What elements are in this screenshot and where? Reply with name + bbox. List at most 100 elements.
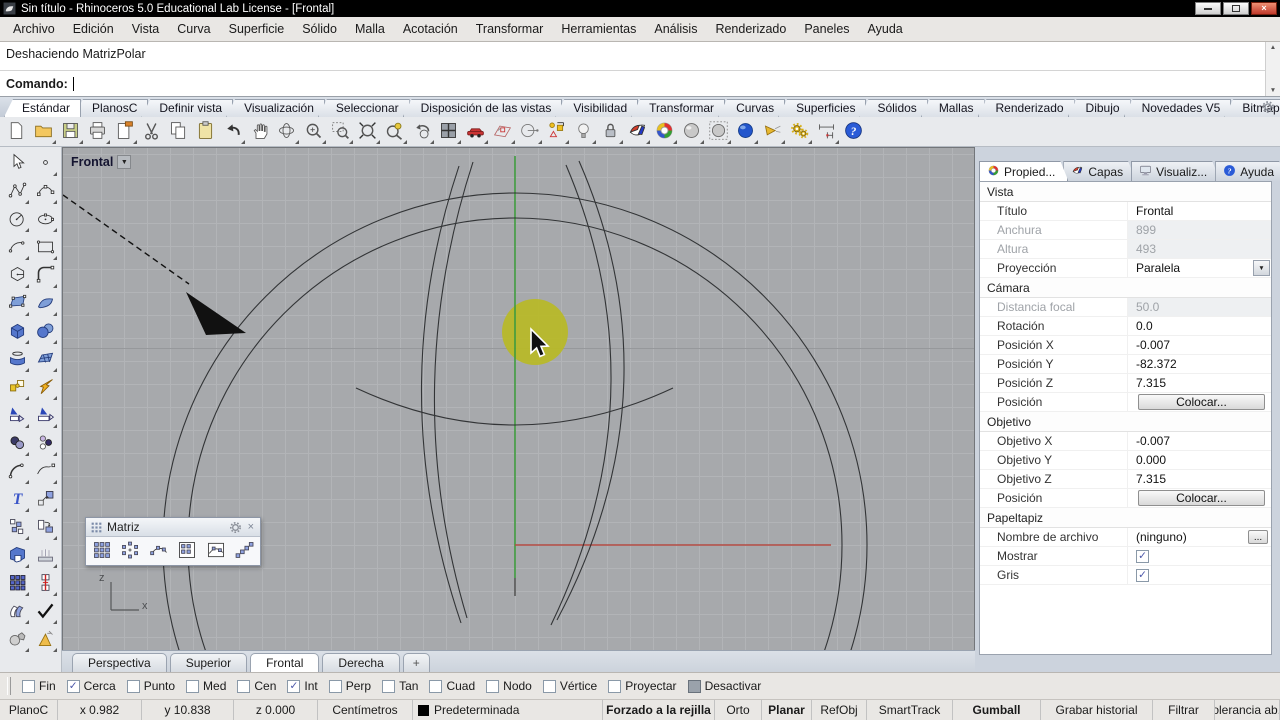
curved-surface-tool[interactable] <box>32 291 58 317</box>
proyeccion-dropdown-button[interactable]: ▼ <box>1253 260 1270 276</box>
tab-transformar[interactable]: Transformar <box>631 99 726 117</box>
palette-close-icon[interactable]: × <box>246 521 256 533</box>
layers-panel-button[interactable] <box>624 119 651 145</box>
tab-novedades[interactable]: Novedades V5 <box>1123 99 1232 117</box>
menu-solido[interactable]: Sólido <box>293 18 346 40</box>
command-scrollbar[interactable]: ▲ ▼ <box>1265 42 1280 96</box>
close-button[interactable]: × <box>1251 2 1277 15</box>
viewport-tab-derecha[interactable]: Derecha <box>322 653 400 672</box>
menu-analisis[interactable]: Análisis <box>645 18 706 40</box>
fillet-arc-tool[interactable] <box>4 459 30 485</box>
array-in-grid-button[interactable] <box>175 539 201 563</box>
cut-button[interactable] <box>138 119 165 145</box>
text-tool[interactable]: T <box>4 487 30 513</box>
browse-button[interactable]: ... <box>1248 530 1268 544</box>
nombre-archivo-value[interactable]: (ninguno)... <box>1128 528 1271 546</box>
units-status[interactable]: Centímetros <box>318 700 413 720</box>
proyeccion-select[interactable]: Paralela ▼ <box>1128 259 1271 277</box>
viewport-title[interactable]: Frontal ▼ <box>71 155 132 169</box>
primitives-tool[interactable] <box>4 627 30 653</box>
nodo-checkbox[interactable] <box>486 679 500 693</box>
menu-transformar[interactable]: Transformar <box>467 18 553 40</box>
explode-tool[interactable] <box>32 375 58 401</box>
camara-colocar-button[interactable]: Colocar... <box>1138 394 1265 410</box>
blend-tool[interactable] <box>4 431 30 457</box>
osnap-med[interactable]: Med <box>186 679 226 693</box>
posicion-y-value[interactable]: -82.372 <box>1128 355 1271 373</box>
tab-planosc[interactable]: PlanosC <box>74 99 149 117</box>
tab-curvas[interactable]: Curvas <box>718 99 786 117</box>
palette-gear-icon[interactable] <box>229 521 242 534</box>
ellipse-tool[interactable] <box>32 207 58 233</box>
scale-tool[interactable] <box>32 487 58 513</box>
loft-tool[interactable] <box>4 347 30 373</box>
perp-checkbox[interactable] <box>328 679 342 693</box>
cplane-status[interactable]: PlanoC <box>0 700 58 720</box>
array-rectangular-button[interactable] <box>89 539 115 563</box>
new-file-button[interactable] <box>3 119 30 145</box>
osnap-cuad[interactable]: Cuad <box>429 679 475 693</box>
array-on-surface-button[interactable] <box>203 539 229 563</box>
radius-button[interactable] <box>516 119 543 145</box>
record-history-toggle[interactable]: Grabar historial <box>1041 700 1153 720</box>
osnap-punto[interactable]: Punto <box>126 679 175 693</box>
shaded-mode-button[interactable] <box>678 119 705 145</box>
array-polar-button[interactable] <box>118 539 144 563</box>
undo-button[interactable] <box>219 119 246 145</box>
osnap-cerca[interactable]: Cerca <box>66 679 116 693</box>
tab-visibilidad[interactable]: Visibilidad <box>555 99 639 117</box>
lock-button[interactable] <box>597 119 624 145</box>
osnap-vertice[interactable]: Vértice <box>542 679 597 693</box>
pointer-tool[interactable] <box>4 151 30 177</box>
smarttrack-toggle[interactable]: SmartTrack <box>867 700 953 720</box>
zoom-dynamic-button[interactable] <box>300 119 327 145</box>
boolean-union-tool[interactable] <box>4 375 30 401</box>
viewport-tab-superior[interactable]: Superior <box>169 653 248 672</box>
objetivo-colocar-button[interactable]: Colocar... <box>1138 490 1265 506</box>
tab-disposicion[interactable]: Disposición de las vistas <box>402 99 563 117</box>
render-tools[interactable] <box>32 627 58 653</box>
osnap-perp[interactable]: Perp <box>328 679 371 693</box>
polygon-tool[interactable] <box>4 263 30 289</box>
lights-tool[interactable] <box>32 543 58 569</box>
tab-options-gear-icon[interactable] <box>1261 100 1275 114</box>
osnap-cen[interactable]: Cen <box>237 679 276 693</box>
osnap-tan[interactable]: Tan <box>382 679 418 693</box>
matriz-title-bar[interactable]: Matriz × <box>86 518 260 537</box>
command-line[interactable]: Comando: <box>0 71 1280 96</box>
osnap-desactivar[interactable]: Desactivar <box>687 679 761 693</box>
menu-edicion[interactable]: Edición <box>64 18 123 40</box>
rotacion-value[interactable]: 0.0 <box>1128 317 1271 335</box>
viewport-tab-perspectiva[interactable]: Perspectiva <box>72 653 167 672</box>
copy-button[interactable] <box>165 119 192 145</box>
panel-tab-ayuda[interactable]: ? Ayuda <box>1215 161 1280 181</box>
titulo-value[interactable]: Frontal <box>1128 202 1271 220</box>
trim-tool[interactable] <box>4 403 30 429</box>
zoom-selected-button[interactable] <box>381 119 408 145</box>
tab-seleccionar[interactable]: Seleccionar <box>317 99 410 117</box>
tab-definir-vista[interactable]: Definir vista <box>141 99 234 117</box>
extend-curve-tool[interactable] <box>32 459 58 485</box>
menu-curva[interactable]: Curva <box>168 18 219 40</box>
osnap-grip[interactable] <box>7 677 11 695</box>
render-button[interactable] <box>732 119 759 145</box>
cen-checkbox[interactable] <box>237 679 251 693</box>
zoom-window-button[interactable] <box>327 119 354 145</box>
tolerance-status[interactable]: Tolerancia ab... <box>1215 700 1280 720</box>
visibility-button[interactable] <box>570 119 597 145</box>
save-button[interactable] <box>57 119 84 145</box>
matriz-palette[interactable]: Matriz × <box>85 517 261 566</box>
print-button[interactable] <box>84 119 111 145</box>
objetivo-x-value[interactable]: -0.007 <box>1128 432 1271 450</box>
panel-tab-visualizacion[interactable]: Visualiz... <box>1131 161 1220 181</box>
control-point-curve-tool[interactable] <box>4 179 30 205</box>
scroll-down-icon[interactable]: ▼ <box>1270 87 1276 94</box>
copy-objects-tool[interactable] <box>4 515 30 541</box>
offset-tool[interactable] <box>4 599 30 625</box>
menu-paneles[interactable]: Paneles <box>795 18 858 40</box>
tab-solidos[interactable]: Sólidos <box>859 99 928 117</box>
int-checkbox[interactable] <box>287 679 301 693</box>
rectangle-tool[interactable] <box>32 235 58 261</box>
med-checkbox[interactable] <box>186 679 200 693</box>
curve-through-points-tool[interactable] <box>32 179 58 205</box>
